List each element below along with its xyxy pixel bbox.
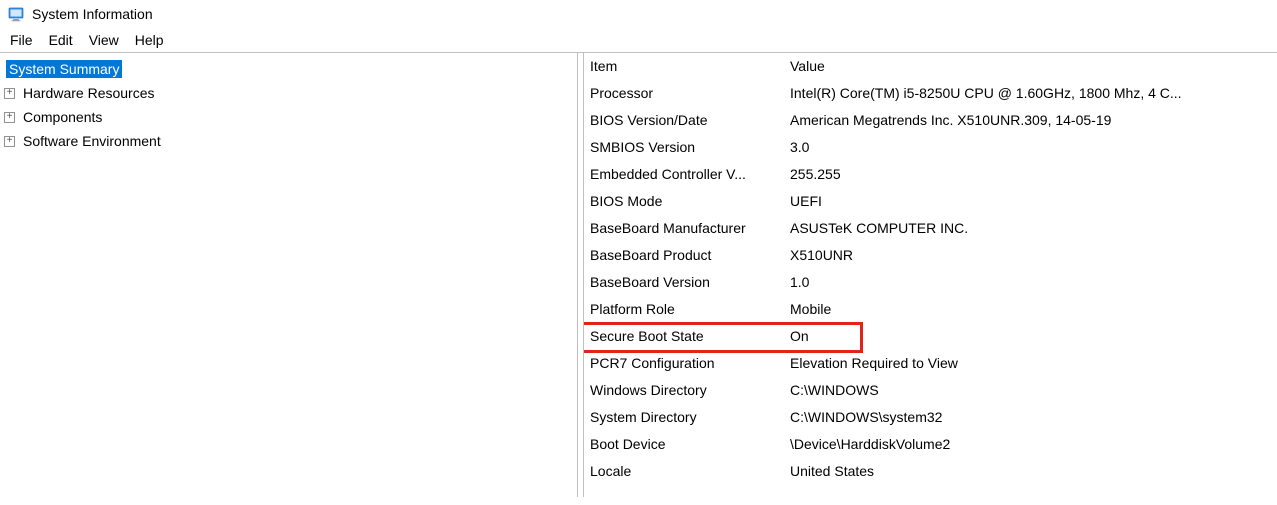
cell-item: BaseBoard Product: [584, 244, 784, 271]
cell-value: 3.0: [784, 136, 1277, 163]
table-header-row[interactable]: Item Value: [584, 55, 1277, 82]
table-row[interactable]: ProcessorIntel(R) Core(TM) i5-8250U CPU …: [584, 82, 1277, 109]
details-panel: Item Value ProcessorIntel(R) Core(TM) i5…: [584, 53, 1277, 497]
cell-value: C:\WINDOWS\system32: [784, 406, 1277, 433]
table-row[interactable]: Windows DirectoryC:\WINDOWS: [584, 379, 1277, 406]
cell-item: Embedded Controller V...: [584, 163, 784, 190]
cell-item: SMBIOS Version: [584, 136, 784, 163]
title-bar: System Information: [0, 0, 1277, 28]
table-row[interactable]: Embedded Controller V...255.255: [584, 163, 1277, 190]
tree-panel: System Summary + Hardware Resources + Co…: [0, 53, 578, 497]
tree-item-label: Software Environment: [21, 132, 163, 150]
app-icon: [8, 6, 24, 22]
table-row[interactable]: System DirectoryC:\WINDOWS\system32: [584, 406, 1277, 433]
cell-item: Platform Role: [584, 298, 784, 325]
tree-root-system-summary[interactable]: System Summary: [0, 57, 577, 81]
cell-value: United States: [784, 460, 1277, 487]
cell-value: C:\WINDOWS: [784, 379, 1277, 406]
cell-value: Mobile: [784, 298, 1277, 325]
cell-item: PCR7 Configuration: [584, 352, 784, 379]
cell-value: On: [784, 325, 1277, 352]
cell-value: ASUSTeK COMPUTER INC.: [784, 217, 1277, 244]
tree-item-hardware-resources[interactable]: + Hardware Resources: [0, 81, 577, 105]
column-header-item[interactable]: Item: [584, 55, 784, 82]
tree-item-label: Hardware Resources: [21, 84, 157, 102]
window-title: System Information: [32, 6, 153, 22]
tree-item-label: Components: [21, 108, 104, 126]
column-header-value[interactable]: Value: [784, 55, 1277, 82]
cell-value: Intel(R) Core(TM) i5-8250U CPU @ 1.60GHz…: [784, 82, 1277, 109]
table-row[interactable]: Secure Boot StateOn: [584, 325, 1277, 352]
menu-help[interactable]: Help: [129, 30, 174, 50]
expand-icon[interactable]: +: [4, 88, 15, 99]
expand-icon[interactable]: +: [4, 112, 15, 123]
cell-item: Secure Boot State: [584, 325, 784, 352]
table-row[interactable]: Platform RoleMobile: [584, 298, 1277, 325]
expand-icon[interactable]: +: [4, 136, 15, 147]
cell-value: \Device\HarddiskVolume2: [784, 433, 1277, 460]
table-row[interactable]: BaseBoard ProductX510UNR: [584, 244, 1277, 271]
details-inner: Item Value ProcessorIntel(R) Core(TM) i5…: [584, 55, 1277, 487]
right-wrap: Item Value ProcessorIntel(R) Core(TM) i5…: [578, 53, 1277, 497]
menu-file[interactable]: File: [4, 30, 43, 50]
menu-edit[interactable]: Edit: [43, 30, 83, 50]
cell-value: 255.255: [784, 163, 1277, 190]
table-row[interactable]: BaseBoard Version1.0: [584, 271, 1277, 298]
cell-value: X510UNR: [784, 244, 1277, 271]
tree-item-software-environment[interactable]: + Software Environment: [0, 129, 577, 153]
cell-value: UEFI: [784, 190, 1277, 217]
content-area: System Summary + Hardware Resources + Co…: [0, 52, 1277, 497]
tree-item-components[interactable]: + Components: [0, 105, 577, 129]
cell-item: BIOS Version/Date: [584, 109, 784, 136]
cell-value: 1.0: [784, 271, 1277, 298]
cell-item: Locale: [584, 460, 784, 487]
table-row[interactable]: SMBIOS Version3.0: [584, 136, 1277, 163]
table-row[interactable]: BIOS Version/DateAmerican Megatrends Inc…: [584, 109, 1277, 136]
table-row[interactable]: BaseBoard ManufacturerASUSTeK COMPUTER I…: [584, 217, 1277, 244]
table-row[interactable]: Boot Device\Device\HarddiskVolume2: [584, 433, 1277, 460]
cell-value: Elevation Required to View: [784, 352, 1277, 379]
table-row[interactable]: PCR7 ConfigurationElevation Required to …: [584, 352, 1277, 379]
cell-item: BaseBoard Version: [584, 271, 784, 298]
cell-item: System Directory: [584, 406, 784, 433]
tree-root-label: System Summary: [6, 60, 122, 78]
table-row[interactable]: BIOS ModeUEFI: [584, 190, 1277, 217]
tree: System Summary + Hardware Resources + Co…: [0, 57, 577, 153]
menu-bar: File Edit View Help: [0, 28, 1277, 52]
cell-value: American Megatrends Inc. X510UNR.309, 14…: [784, 109, 1277, 136]
cell-item: BaseBoard Manufacturer: [584, 217, 784, 244]
cell-item: Processor: [584, 82, 784, 109]
cell-item: BIOS Mode: [584, 190, 784, 217]
details-table: Item Value ProcessorIntel(R) Core(TM) i5…: [584, 55, 1277, 487]
table-row[interactable]: LocaleUnited States: [584, 460, 1277, 487]
cell-item: Windows Directory: [584, 379, 784, 406]
menu-view[interactable]: View: [83, 30, 129, 50]
cell-item: Boot Device: [584, 433, 784, 460]
